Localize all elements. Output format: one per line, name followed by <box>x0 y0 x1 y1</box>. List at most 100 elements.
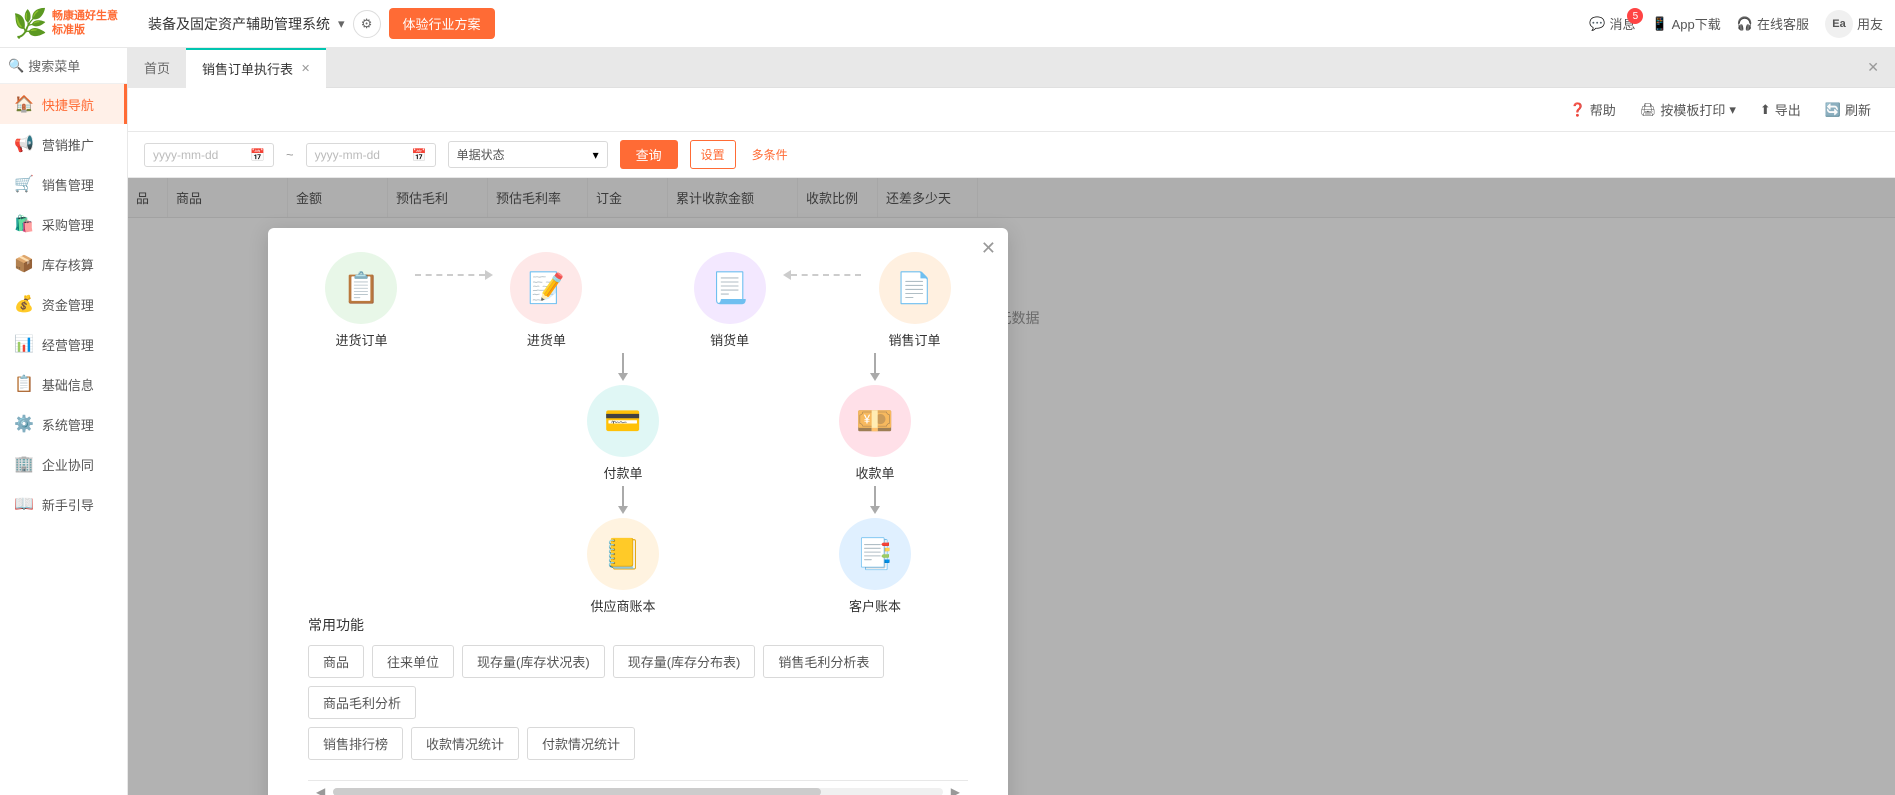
print-icon: 🖨 <box>1640 102 1657 118</box>
flow-node-customer-ledger: 📑 客户账本 <box>805 518 945 615</box>
online-service-icon: 🎧 <box>1737 16 1753 32</box>
sidebar-item-operation[interactable]: 📊 经营管理 <box>0 324 127 364</box>
content-area: 首页 销售订单执行表 ✕ ✕ ❓ 帮助 🖨 按模板打印 ▾ <box>128 48 1895 795</box>
export-icon: ⬆ <box>1760 102 1771 118</box>
refresh-icon: 🔄 <box>1825 102 1841 118</box>
trial-button[interactable]: 体验行业方案 <box>389 8 495 39</box>
popup-panel: ✕ 📋 进货订单 <box>268 228 1008 795</box>
payment-label: 付款单 <box>603 463 642 482</box>
func-payment-stats[interactable]: 付款情况统计 <box>527 727 635 760</box>
supplier-ledger-label: 供应商账本 <box>590 596 655 615</box>
help-button[interactable]: ❓ 帮助 <box>1562 96 1624 123</box>
status-dropdown-icon: ▾ <box>593 148 599 162</box>
tab-home[interactable]: 首页 <box>128 48 186 88</box>
payment-circle: 💳 <box>587 385 659 457</box>
flow-row-arrows-down <box>308 349 968 385</box>
export-button[interactable]: ⬆ 导出 <box>1752 96 1809 123</box>
func-sales-profit-analysis[interactable]: 销售毛利分析表 <box>763 645 884 678</box>
sales-invoice-circle: 📃 <box>694 252 766 324</box>
online-service-button[interactable]: 🎧 在线客服 <box>1737 14 1809 33</box>
scroll-left-arrow[interactable]: ◀ <box>316 785 325 795</box>
search-button[interactable]: 查询 <box>620 140 678 169</box>
settings-button[interactable]: 设置 <box>690 140 736 169</box>
date-end-input[interactable]: yyyy-mm-dd 📅 <box>306 143 436 167</box>
sidebar-item-finance[interactable]: 💰 资金管理 <box>0 284 127 324</box>
purchase-receipt-circle: 📝 <box>510 252 582 324</box>
arrow-down-receipt <box>553 349 693 385</box>
sidebar-item-enterprise[interactable]: 🏢 企业协同 <box>0 444 127 484</box>
customer-ledger-circle: 📑 <box>839 518 911 590</box>
toolbar: ❓ 帮助 🖨 按模板打印 ▾ ⬆ 导出 🔄 刷新 <box>128 88 1895 132</box>
sidebar: 🔍 搜索菜单 🏠 快捷导航 📢 营销推广 🛒 销售管理 🛍️ 采购管理 📦 <box>0 48 128 795</box>
flow-node-purchase-order: 📋 进货订单 <box>308 252 415 349</box>
arrow-down-payment <box>553 482 693 518</box>
logo-area: 🌿 畅康通好生意 标准版 <box>12 6 140 42</box>
sales-order-circle: 📄 <box>879 252 951 324</box>
avatar: Ea <box>1825 10 1853 38</box>
purchase-order-circle: 📋 <box>325 252 397 324</box>
help-icon: ❓ <box>1570 102 1586 118</box>
sidebar-item-inventory[interactable]: 📦 库存核算 <box>0 244 127 284</box>
popup-overlay: ✕ 📋 进货订单 <box>128 178 1895 795</box>
sidebar-item-purchase[interactable]: 🛍️ 采购管理 <box>0 204 127 244</box>
message-badge: 5 <box>1627 8 1643 24</box>
flow-row-1: 📋 进货订单 <box>308 252 968 349</box>
more-conditions-button[interactable]: 多条件 <box>752 146 788 163</box>
sidebar-item-marketing[interactable]: 📢 营销推广 <box>0 124 127 164</box>
flow-node-payment: 💳 付款单 <box>553 385 693 482</box>
calendar-end-icon: 📅 <box>412 148 427 162</box>
scroll-right-arrow[interactable]: ▶ <box>951 785 960 795</box>
print-button[interactable]: 🖨 按模板打印 ▾ <box>1632 96 1744 123</box>
system-dropdown-icon[interactable]: ▾ <box>338 16 345 32</box>
base-info-icon: 📋 <box>14 374 34 394</box>
date-separator: ~ <box>286 147 294 162</box>
refresh-button[interactable]: 🔄 刷新 <box>1817 96 1879 123</box>
status-select[interactable]: 单据状态 ▾ <box>448 141 608 168</box>
func-receipt-stats[interactable]: 收款情况统计 <box>411 727 519 760</box>
user-area[interactable]: Ea 用友 <box>1825 10 1883 38</box>
purchase-icon: 🛍️ <box>14 214 34 234</box>
sidebar-item-newbie[interactable]: 📖 新手引导 <box>0 484 127 524</box>
flow-node-sales-order: 📄 销售订单 <box>861 252 968 349</box>
sidebar-item-base-info[interactable]: 📋 基础信息 <box>0 364 127 404</box>
purchase-order-label: 进货订单 <box>335 330 387 349</box>
search-icon: 🔍 <box>8 58 24 74</box>
marketing-icon: 📢 <box>14 134 34 154</box>
flow-row-3: 📒 供应商账本 📑 客户账本 <box>308 518 968 615</box>
func-stock-status[interactable]: 现存量(库存状况表) <box>462 645 605 678</box>
arrow-down-invoice <box>805 349 945 385</box>
search-menu-button[interactable]: 🔍 搜索菜单 <box>0 48 127 84</box>
receipt-circle: 💴 <box>839 385 911 457</box>
settings-icon[interactable]: ⚙ <box>353 10 381 38</box>
logo-text: 畅康通好生意 标准版 <box>52 10 118 36</box>
date-start-input[interactable]: yyyy-mm-dd 📅 <box>144 143 274 167</box>
customer-ledger-label: 客户账本 <box>849 596 901 615</box>
func-row-2: 销售排行榜 收款情况统计 付款情况统计 <box>308 727 968 760</box>
popup-body: 📋 进货订单 <box>268 228 1008 795</box>
purchase-receipt-label: 进货单 <box>527 330 566 349</box>
search-bar: yyyy-mm-dd 📅 ~ yyyy-mm-dd 📅 单据状态 ▾ 查询 设置… <box>128 132 1895 178</box>
tab-bar: 首页 销售订单执行表 ✕ ✕ <box>128 48 1895 88</box>
func-product[interactable]: 商品 <box>308 645 364 678</box>
message-button[interactable]: 💬 消息 5 <box>1589 14 1635 33</box>
tab-close-icon[interactable]: ✕ <box>301 62 310 75</box>
func-sales-ranking[interactable]: 销售排行榜 <box>308 727 403 760</box>
sidebar-item-sales[interactable]: 🛒 销售管理 <box>0 164 127 204</box>
popup-close-button[interactable]: ✕ <box>981 238 996 259</box>
app-download-button[interactable]: 📱 App下载 <box>1651 14 1720 33</box>
scroll-track[interactable] <box>333 788 943 795</box>
func-partners[interactable]: 往来单位 <box>372 645 454 678</box>
common-functions-section: 常用功能 商品 往来单位 现存量(库存状况表) 现存量(库存分布表) 销售毛利分… <box>308 615 968 780</box>
tab-bar-close-icon[interactable]: ✕ <box>1867 59 1895 76</box>
common-functions-title: 常用功能 <box>308 615 968 635</box>
arrow-down-receipt2 <box>805 482 945 518</box>
operation-icon: 📊 <box>14 334 34 354</box>
top-right-area: 💬 消息 5 📱 App下载 🎧 在线客服 Ea 用友 <box>1589 10 1883 38</box>
func-product-profit-analysis[interactable]: 商品毛利分析 <box>308 686 416 719</box>
sales-invoice-label: 销货单 <box>710 330 749 349</box>
func-stock-distribution[interactable]: 现存量(库存分布表) <box>613 645 756 678</box>
tab-sales-order[interactable]: 销售订单执行表 ✕ <box>186 48 326 88</box>
sidebar-item-quick-nav[interactable]: 🏠 快捷导航 <box>0 84 127 124</box>
sidebar-item-system[interactable]: ⚙️ 系统管理 <box>0 404 127 444</box>
flow-diagram: 📋 进货订单 <box>308 252 968 615</box>
